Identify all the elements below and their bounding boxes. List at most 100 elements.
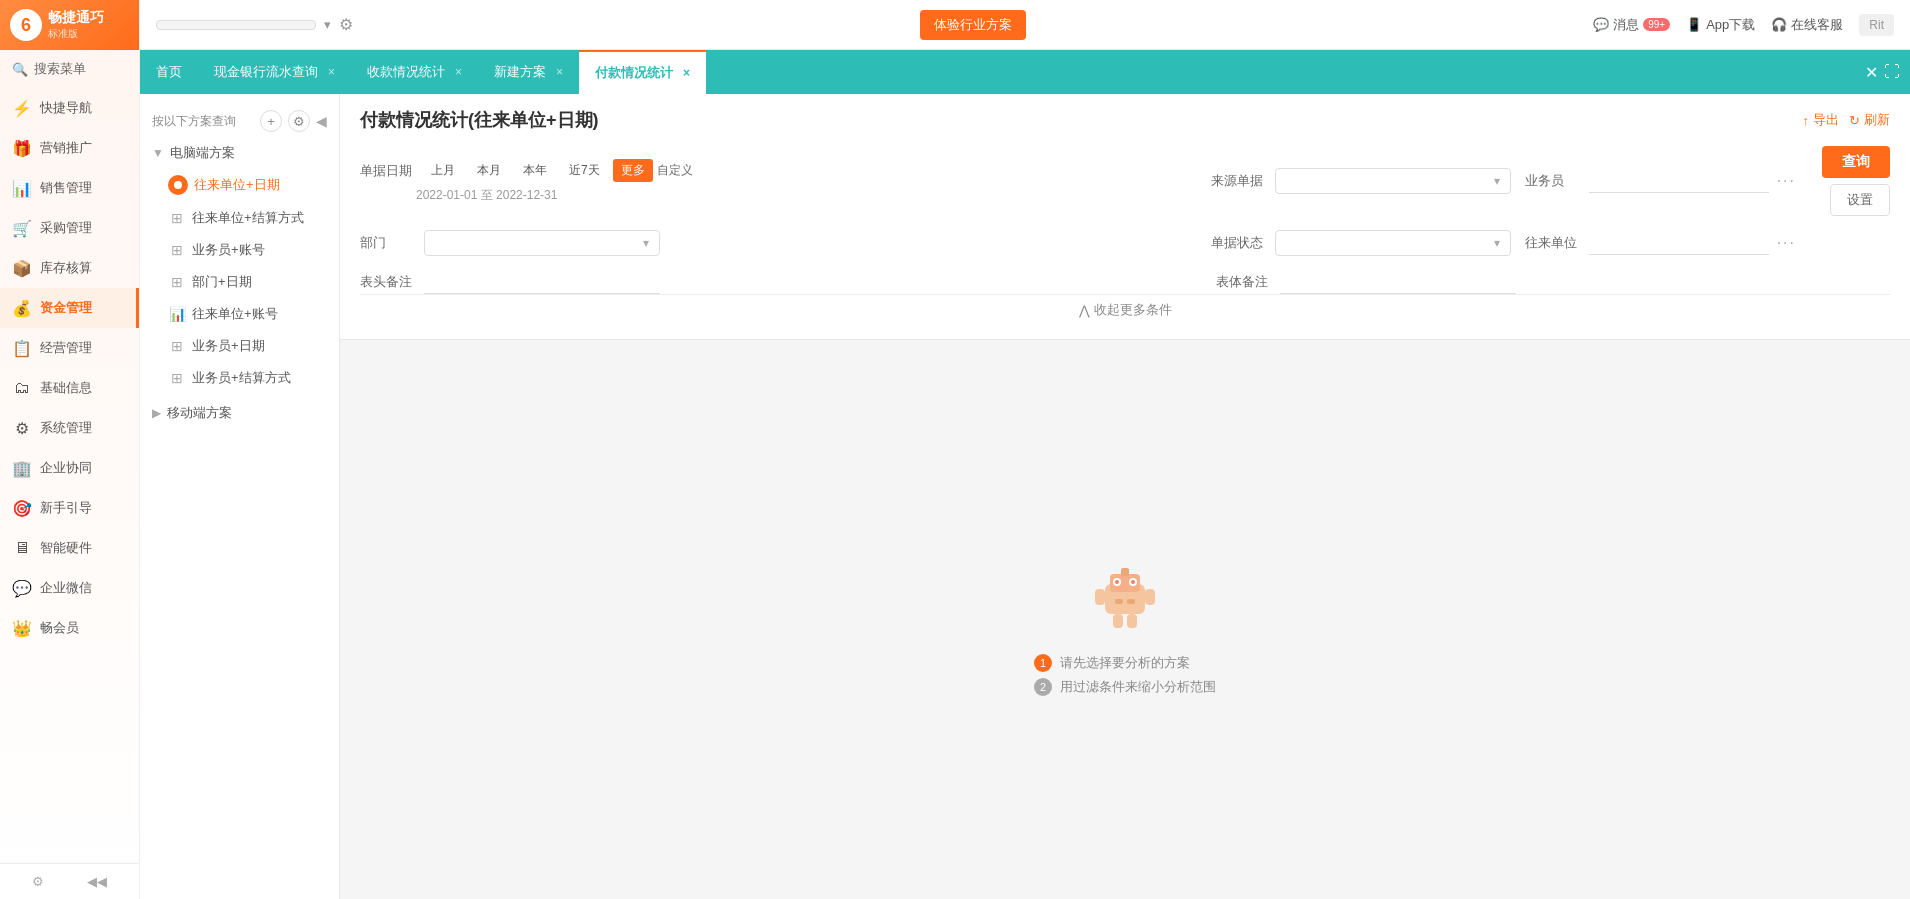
sidebar-header: 6 畅捷通巧 标准版 (0, 0, 139, 50)
sidebar-item-inventory[interactable]: 📦 库存核算 (0, 248, 139, 288)
sidebar-item-member[interactable]: 👑 畅会员 (0, 608, 139, 648)
export-icon: ↑ (1803, 113, 1810, 128)
scheme-item-salesman-account[interactable]: ⊞ 业务员+账号 (140, 234, 339, 266)
mobile-group-arrow: ▶ (152, 406, 161, 420)
sidebar-item-guide[interactable]: 🎯 新手引导 (0, 488, 139, 528)
scheme-desktop-group-header[interactable]: ▼ 电脑端方案 (140, 138, 339, 168)
tab-new-plan[interactable]: 新建方案 × (478, 50, 579, 94)
svg-rect-7 (1121, 568, 1129, 576)
scheme-settings-btn[interactable]: ⚙ (288, 110, 310, 132)
scheme-item-salesman-settlement[interactable]: ⊞ 业务员+结算方式 (140, 362, 339, 394)
sidebar-item-quick-nav[interactable]: ⚡ 快捷导航 (0, 88, 139, 128)
sidebar-item-purchase[interactable]: 🛒 采购管理 (0, 208, 139, 248)
tab-home[interactable]: 首页 (140, 50, 198, 94)
scheme-table-icon: ⊞ (168, 209, 186, 227)
empty-tip-1: 1 请先选择要分析的方案 (1034, 654, 1216, 672)
tab-payments-close[interactable]: × (683, 66, 690, 80)
source-select[interactable]: ▾ (1275, 168, 1511, 194)
scheme-item-salesman-date[interactable]: ⊞ 业务员+日期 (140, 330, 339, 362)
tab-receipts-close[interactable]: × (455, 65, 462, 79)
date-custom-btn[interactable]: 自定义 (657, 162, 693, 179)
scheme-collapse-btn[interactable]: ◀ (316, 113, 327, 129)
partner-actions[interactable]: ··· (1777, 234, 1796, 252)
date-btn-this-year[interactable]: 本年 (514, 158, 556, 183)
date-more-btn[interactable]: 更多 (613, 159, 653, 182)
scheme-item-unit-settlement[interactable]: ⊞ 往来单位+结算方式 (140, 202, 339, 234)
topbar-gear-icon[interactable]: ⚙ (339, 15, 353, 34)
sidebar-item-label: 资金管理 (40, 299, 92, 317)
basic-info-icon: 🗂 (12, 378, 32, 398)
sidebar-item-wechat[interactable]: 💬 企业微信 (0, 568, 139, 608)
sidebar-item-label: 经营管理 (40, 339, 92, 357)
tab-receipts[interactable]: 收款情况统计 × (351, 50, 478, 94)
sidebar-search[interactable]: 🔍 搜索菜单 (0, 50, 139, 88)
tab-payments-label: 付款情况统计 (595, 64, 673, 82)
tab-new-plan-close[interactable]: × (556, 65, 563, 79)
online-service-area[interactable]: 🎧 在线客服 (1771, 16, 1843, 34)
sidebar-item-label: 营销推广 (40, 139, 92, 157)
scheme-item-unit-date[interactable]: 往来单位+日期 (140, 168, 339, 202)
dept-label: 部门 (360, 234, 416, 252)
trial-button[interactable]: 体验行业方案 (920, 10, 1026, 40)
refresh-button[interactable]: ↻ 刷新 (1849, 111, 1890, 129)
scheme-item-unit-account[interactable]: 📊 往来单位+账号 (140, 298, 339, 330)
sidebar-item-sales[interactable]: 📊 销售管理 (0, 168, 139, 208)
body-note-field: 表体备注 (1216, 270, 1516, 294)
sidebar-item-label: 基础信息 (40, 379, 92, 397)
empty-tips: 1 请先选择要分析的方案 2 用过滤条件来缩小分析范围 (1034, 654, 1216, 696)
topbar-arrow-icon[interactable]: ▾ (324, 17, 331, 32)
sidebar-item-marketing[interactable]: 🎁 营销推广 (0, 128, 139, 168)
tip1-number: 1 (1034, 654, 1052, 672)
user-name: Rit (1869, 18, 1884, 32)
collapse-more-btn[interactable]: ⋀ 收起更多条件 (360, 294, 1890, 325)
topbar-left: ▾ ⚙ (156, 15, 353, 34)
scheme-item-active-icon (168, 175, 188, 195)
tab-cash-flow-close[interactable]: × (328, 65, 335, 79)
date-btn-last-month[interactable]: 上月 (422, 158, 464, 183)
scheme-panel: 按以下方案查询 + ⚙ ◀ ▼ 电脑端方案 往来单位+日期 (140, 94, 340, 899)
sidebar-item-finance[interactable]: 💰 资金管理 (0, 288, 139, 328)
app-edition: 标准版 (48, 27, 104, 41)
sidebar-item-enterprise[interactable]: 🏢 企业协同 (0, 448, 139, 488)
scheme-mobile-group[interactable]: ▶ 移动端方案 (140, 398, 339, 428)
tab-maximize-icon[interactable]: ⛶ (1884, 63, 1900, 82)
header-note-field: 表头备注 (360, 270, 660, 294)
date-btn-7days[interactable]: 近7天 (560, 158, 609, 183)
settings-button[interactable]: 设置 (1830, 184, 1890, 216)
tab-close-all-icon[interactable]: ✕ (1865, 63, 1878, 82)
filter-area: 付款情况统计(往来单位+日期) ↑ 导出 ↻ 刷新 (340, 94, 1910, 899)
scheme-item-dept-date[interactable]: ⊞ 部门+日期 (140, 266, 339, 298)
source-arrow-icon: ▾ (1494, 174, 1500, 188)
tab-cash-flow[interactable]: 现金银行流水查询 × (198, 50, 351, 94)
query-button[interactable]: 查询 (1822, 146, 1890, 178)
guide-icon: 🎯 (12, 498, 32, 518)
scheme-table-icon4: ⊞ (168, 337, 186, 355)
page-title: 付款情况统计(往来单位+日期) (360, 108, 599, 132)
scheme-table-icon5: ⊞ (168, 369, 186, 387)
header-note-input[interactable] (424, 270, 660, 294)
messages-area[interactable]: 💬 消息 99+ (1593, 16, 1670, 34)
partner-input[interactable] (1589, 231, 1769, 255)
collapse-sidebar-icon[interactable]: ◀◀ (87, 874, 107, 889)
body-note-input[interactable] (1280, 270, 1516, 294)
scheme-search-hint: 按以下方案查询 (152, 113, 236, 130)
sidebar-item-smart-hw[interactable]: 🖥 智能硬件 (0, 528, 139, 568)
date-field: 单据日期 上月 本月 本年 近7天 更多 自定义 (360, 158, 693, 204)
app-download-area[interactable]: 📱 App下载 (1686, 16, 1755, 34)
date-btn-this-month[interactable]: 本月 (468, 158, 510, 183)
dept-select[interactable]: ▾ (424, 230, 660, 256)
user-info[interactable]: Rit (1859, 14, 1894, 36)
sidebar-item-basic-info[interactable]: 🗂 基础信息 (0, 368, 139, 408)
salesman-input[interactable] (1589, 169, 1769, 193)
sidebar-item-operations[interactable]: 📋 经营管理 (0, 328, 139, 368)
salesman-actions[interactable]: ··· (1777, 172, 1796, 190)
settings-bottom-icon[interactable]: ⚙ (32, 874, 44, 889)
voucher-status-select[interactable]: ▾ (1275, 230, 1511, 256)
scheme-panel-header: 按以下方案查询 + ⚙ ◀ (140, 104, 339, 138)
sidebar-item-system[interactable]: ⚙ 系统管理 (0, 408, 139, 448)
export-button[interactable]: ↑ 导出 (1803, 111, 1840, 129)
tab-payments[interactable]: 付款情况统计 × (579, 50, 706, 94)
topbar-address[interactable] (156, 20, 316, 30)
app-name: 畅捷通巧 (48, 9, 104, 27)
scheme-add-btn[interactable]: + (260, 110, 282, 132)
